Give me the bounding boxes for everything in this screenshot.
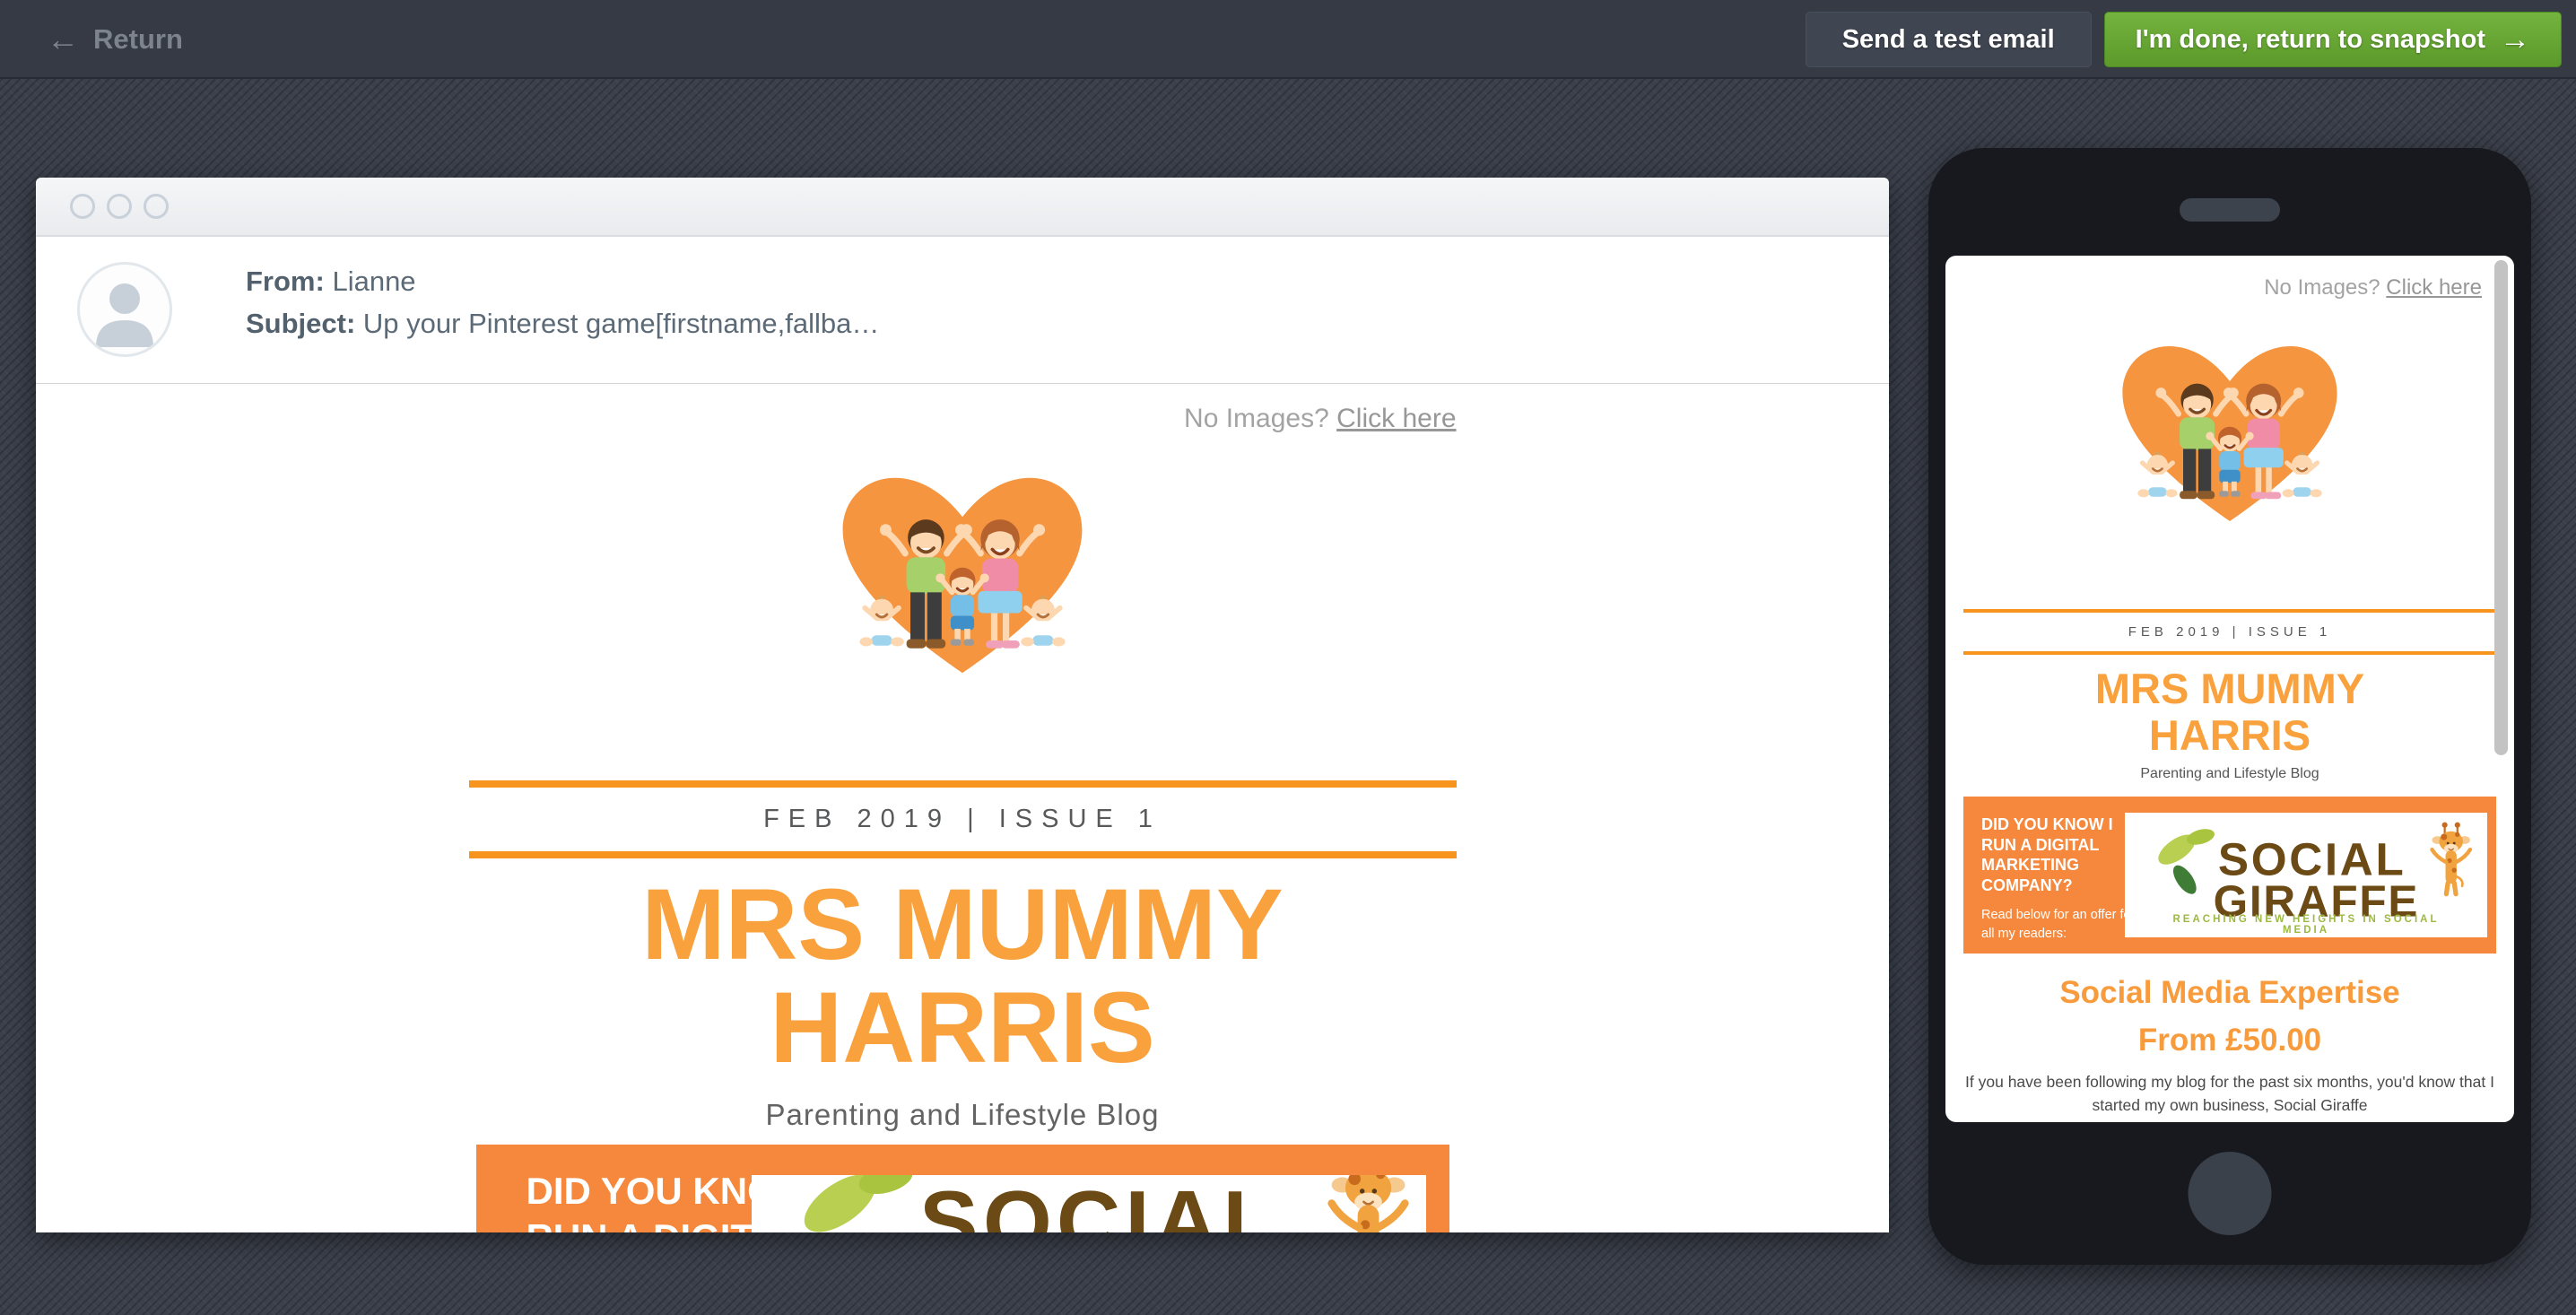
heart-family-logo: [469, 465, 1457, 691]
desktop-email-preview: From: Lianne Subject: Up your Pinterest …: [36, 178, 1889, 1232]
phone-issue-divider-top: [1963, 609, 2496, 613]
phone-banner-heading: DID YOU KNOW I RUN A DIGITAL MARKETING C…: [1981, 815, 2113, 894]
done-return-snapshot-button[interactable]: I'm done, return to snapshot →: [2103, 12, 2562, 67]
phone-body-paragraph: If you have been following my blog for t…: [1965, 1073, 2494, 1114]
person-icon: [96, 283, 153, 347]
done-label: I'm done, return to snapshot: [2135, 24, 2485, 54]
phone-home-button[interactable]: [2188, 1152, 2272, 1235]
subject-value: Up your Pinterest game[firstname,fallba…: [362, 308, 880, 339]
phone-offer-heading: Social Media Expertise From £50.00: [2059, 975, 2400, 1058]
phone-social-giraffe-logo: SOCIAL GIRAFFE: [2158, 816, 2476, 920]
giraffe-icon: [1331, 1175, 1405, 1232]
phone-scrollbar[interactable]: [2494, 260, 2508, 755]
sender-avatar: [77, 262, 172, 357]
social-giraffe-logo-box: SOCIAL GIRAFFE REACHING NEW HEIGHTS IN S…: [751, 1174, 1426, 1232]
phone-speaker: [2180, 198, 2280, 222]
window-control-dot: [107, 194, 132, 219]
return-button[interactable]: ← Return: [47, 0, 183, 79]
return-label: Return: [93, 23, 183, 55]
no-images-text: No Images?: [1184, 404, 1329, 433]
from-label: From:: [246, 266, 325, 297]
phone-no-images-text: No Images?: [2264, 275, 2380, 300]
phone-promo-banner: DID YOU KNOW I RUN A DIGITAL MARKETING C…: [1963, 797, 2496, 954]
issue-divider-bottom: [468, 851, 1457, 858]
social-giraffe-logo: SOCIAL GIRAFFE: [804, 1174, 1417, 1232]
phone-newsletter-title: MRS MUMMY HARRIS: [2094, 665, 2365, 759]
email-body: No Images? Click here FEB 2019 | ISSUE 1…: [36, 404, 1889, 1232]
browser-chrome-bar: [36, 178, 1889, 237]
phone-social-giraffe-logo-box: SOCIAL GIRAFFE REACHING NEW HEIGHTS IN S…: [2125, 813, 2487, 938]
issue-divider-top: [468, 780, 1457, 788]
phone-no-images-notice: No Images? Click here: [1945, 275, 2482, 300]
phone-mockup: No Images? Click here FEB 2019 | ISSUE 1…: [1928, 148, 2531, 1265]
phone-logo-word-giraffe: GIRAFFE: [2214, 877, 2419, 920]
phone-logo-tagline: REACHING NEW HEIGHTS IN SOCIAL MEDIA: [2172, 914, 2440, 936]
phone-heart-family-logo: [1945, 335, 2514, 537]
send-test-email-label: Send a test email: [1841, 24, 2055, 54]
newsletter-subtitle: Parenting and Lifestyle Blog: [765, 1097, 1160, 1131]
window-control-dot: [144, 194, 169, 219]
phone-giraffe-icon: [2432, 823, 2470, 894]
subject-row: Subject: Up your Pinterest game[firstnam…: [246, 302, 879, 344]
phone-screen: No Images? Click here FEB 2019 | ISSUE 1…: [1945, 256, 2514, 1122]
phone-newsletter-subtitle: Parenting and Lifestyle Blog: [2140, 766, 2319, 782]
newsletter-title: MRS MUMMY HARRIS: [641, 868, 1284, 1084]
issue-line: FEB 2019 | ISSUE 1: [763, 805, 1162, 833]
promo-banner: DID YOU KNOW I RUN A DIGITAL MARKETING C…: [475, 1144, 1449, 1232]
phone-banner-subtext: Read below for an offer for all my reade…: [1981, 908, 2136, 941]
from-row: From: Lianne: [246, 260, 879, 302]
logo-word-social: SOCIAL: [919, 1175, 1282, 1232]
from-value: Lianne: [332, 266, 416, 297]
window-control-dot: [70, 194, 95, 219]
phone-issue-line: FEB 2019 | ISSUE 1: [2128, 624, 2332, 640]
topbar-actions: Send a test email I'm done, return to sn…: [1805, 12, 2562, 67]
email-meta-header: From: Lianne Subject: Up your Pinterest …: [36, 237, 1889, 384]
phone-click-here-link[interactable]: Click here: [2386, 275, 2482, 300]
send-test-email-button[interactable]: Send a test email: [1805, 12, 2092, 67]
subject-label: Subject:: [246, 308, 356, 339]
back-arrow-icon: ←: [47, 21, 79, 57]
no-images-notice: No Images? Click here: [469, 404, 1456, 434]
email-meta-lines: From: Lianne Subject: Up your Pinterest …: [246, 260, 879, 344]
click-here-link[interactable]: Click here: [1336, 404, 1456, 433]
topbar: ← Return Send a test email I'm done, ret…: [0, 0, 2576, 79]
arrow-right-icon: →: [2500, 22, 2530, 57]
phone-issue-divider-bottom: [1963, 651, 2496, 655]
